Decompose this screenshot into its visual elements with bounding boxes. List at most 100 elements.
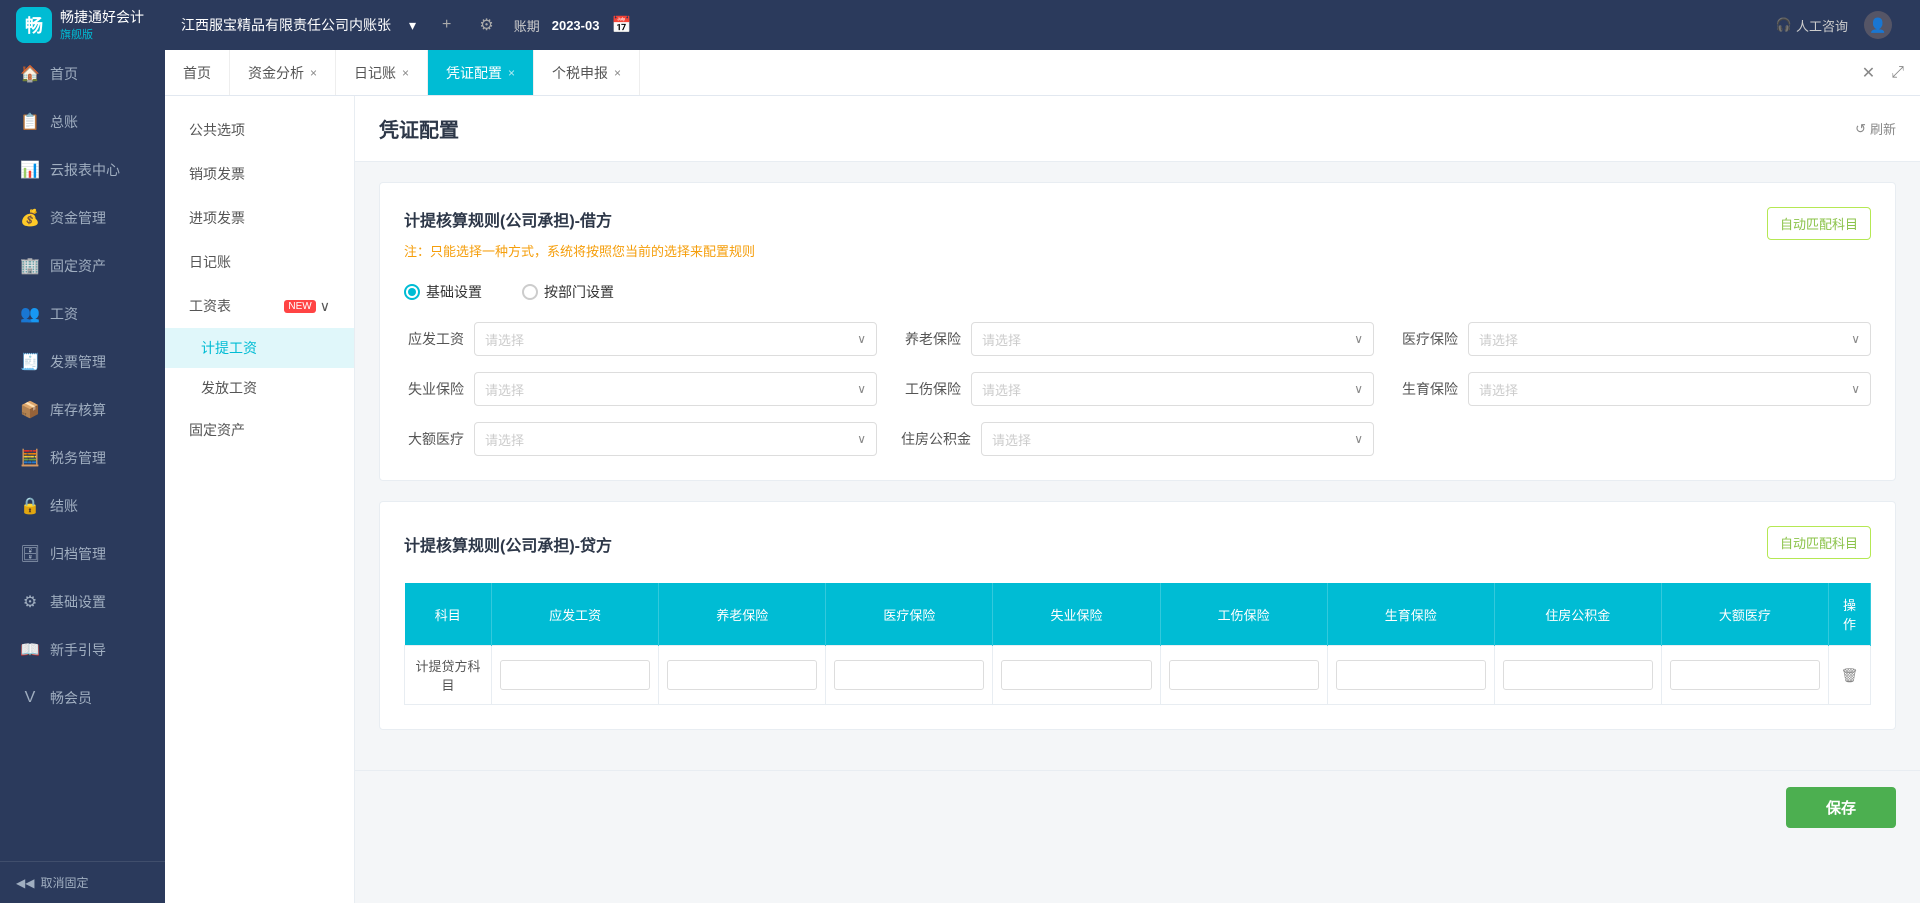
debit-auto-match-btn[interactable]: 自动匹配科目 [1767, 207, 1871, 240]
nav-sub-accrual-label: 计提工资 [201, 340, 257, 356]
chevron-down-icon-4: ∨ [857, 382, 866, 396]
settings-btn[interactable]: ⚙ [471, 11, 501, 39]
tab-tax-declaration-close[interactable]: × [614, 66, 621, 80]
select-pension[interactable]: 请选择 ∨ [971, 322, 1374, 356]
select-maternity[interactable]: 请选择 ∨ [1468, 372, 1871, 406]
field-unemployment: 失业保险 请选择 ∨ [404, 372, 877, 406]
debit-section-title: 计提核算规则(公司承担)-借方 [404, 207, 755, 231]
input-unemployment[interactable] [1001, 660, 1151, 690]
sidebar-item-tax[interactable]: 🧮 税务管理 [0, 434, 165, 482]
radio-by-dept[interactable]: 按部门设置 [522, 282, 614, 302]
sidebar-item-salary[interactable]: 👥 工资 [0, 290, 165, 338]
debit-form-grid: 应发工资 请选择 ∨ 养老保险 请选择 ∨ [404, 322, 1871, 456]
logo-sub: 旗舰版 [60, 26, 144, 42]
tab-home[interactable]: 首页 [165, 50, 230, 95]
save-btn[interactable]: 保存 [1786, 787, 1896, 828]
sidebar-label-archive: 归档管理 [50, 544, 106, 564]
nav-fixed-assets-label: 固定资产 [189, 420, 245, 440]
select-gross-salary[interactable]: 请选择 ∨ [474, 322, 877, 356]
nav-item-fixed-assets[interactable]: 固定资产 [165, 408, 354, 452]
nav-item-payroll[interactable]: 工资表 NEW ∨ [165, 284, 354, 328]
select-medical[interactable]: 请选择 ∨ [1468, 322, 1871, 356]
select-housing-fund[interactable]: 请选择 ∨ [981, 422, 1374, 456]
left-nav: 公共选项 销项发票 进项发票 日记账 工资表 NEW ∨ [165, 96, 355, 903]
tab-journal-close[interactable]: × [402, 66, 409, 80]
nav-sub-accrual[interactable]: 计提工资 [165, 328, 354, 368]
nav-item-sales-invoice[interactable]: 销项发票 [165, 152, 354, 196]
nav-payroll-label: 工资表 [189, 296, 231, 316]
input-gross[interactable] [500, 660, 650, 690]
company-name: 江西服宝精品有限责任公司内账张 [181, 15, 391, 35]
tab-voucher-config-close[interactable]: × [508, 66, 515, 80]
funds-icon: 💰 [20, 208, 40, 228]
headphone-icon: 🎧 [1776, 17, 1792, 33]
col-subject: 科目 [405, 583, 492, 646]
select-unemployment[interactable]: 请选择 ∨ [474, 372, 877, 406]
select-big-medical[interactable]: 请选择 ∨ [474, 422, 877, 456]
content-area: 首页 资金分析 × 日记账 × 凭证配置 × 个税申报 × ✕ ⤢ [165, 50, 1920, 903]
sidebar-item-assets[interactable]: 🏢 固定资产 [0, 242, 165, 290]
tab-journal[interactable]: 日记账 × [336, 50, 428, 95]
chevron-down-icon-5: ∨ [1354, 382, 1363, 396]
input-injury[interactable] [1169, 660, 1319, 690]
input-maternity[interactable] [1336, 660, 1486, 690]
sidebar: 🏠 首页 📋 总账 📊 云报表中心 💰 资金管理 🏢 固定资产 👥 工资 🧾 发… [0, 50, 165, 903]
sidebar-item-invoice[interactable]: 🧾 发票管理 [0, 338, 165, 386]
radio-dept-label: 按部门设置 [544, 282, 614, 302]
period-value: 2023-03 [552, 18, 600, 33]
tab-tax-declaration-label: 个税申报 [552, 63, 608, 83]
tab-tax-declaration[interactable]: 个税申报 × [534, 50, 640, 95]
delete-row-btn[interactable]: 🗑 [1841, 667, 1859, 683]
logo-text: 畅捷通好会计 [60, 8, 144, 26]
nav-sub-payout[interactable]: 发放工资 [165, 368, 354, 408]
tab-voucher-config-label: 凭证配置 [446, 63, 502, 83]
sidebar-item-member[interactable]: V 畅会员 [0, 674, 165, 722]
radio-basic[interactable]: 基础设置 [404, 282, 482, 302]
save-area: 保存 [355, 770, 1920, 844]
sidebar-item-basic[interactable]: ⚙ 基础设置 [0, 578, 165, 626]
field-big-medical: 大额医疗 请选择 ∨ [404, 422, 877, 456]
sidebar-label-funds: 资金管理 [50, 208, 106, 228]
sidebar-unpin-btn[interactable]: ◀◀ 取消固定 [0, 861, 165, 903]
sidebar-item-guide[interactable]: 📖 新手引导 [0, 626, 165, 674]
sidebar-item-archive[interactable]: 🗄 归档管理 [0, 530, 165, 578]
calendar-icon[interactable]: 📅 [611, 15, 631, 35]
expand-btn[interactable]: ⤢ [1887, 60, 1908, 86]
input-pension[interactable] [667, 660, 817, 690]
col-unemployment: 失业保险 [993, 583, 1160, 646]
tab-bar-right: ✕ ⤢ [1846, 50, 1920, 95]
close-all-tabs-btn[interactable]: ✕ [1858, 59, 1879, 87]
refresh-btn[interactable]: ↺ 刷新 [1855, 119, 1896, 138]
tab-fund-analysis-close[interactable]: × [310, 66, 317, 80]
invoice-icon: 🧾 [20, 352, 40, 372]
input-housing[interactable] [1503, 660, 1653, 690]
main-layout: 🏠 首页 📋 总账 📊 云报表中心 💰 资金管理 🏢 固定资产 👥 工资 🧾 发… [0, 50, 1920, 903]
tab-journal-label: 日记账 [354, 63, 396, 83]
user-btn[interactable]: 👤 [1864, 11, 1896, 39]
field-medical: 医疗保险 请选择 ∨ [1398, 322, 1871, 356]
nav-item-purchase-invoice[interactable]: 进项发票 [165, 196, 354, 240]
credit-auto-match-btn[interactable]: 自动匹配科目 [1767, 526, 1871, 559]
tab-fund-analysis[interactable]: 资金分析 × [230, 50, 336, 95]
radio-group: 基础设置 按部门设置 [404, 282, 1871, 302]
nav-item-public[interactable]: 公共选项 [165, 108, 354, 152]
sidebar-item-ledger[interactable]: 📋 总账 [0, 98, 165, 146]
debit-section: 计提核算规则(公司承担)-借方 注：只能选择一种方式，系统将按照您当前的选择来配… [379, 182, 1896, 481]
tab-voucher-config[interactable]: 凭证配置 × [428, 50, 534, 95]
select-injury[interactable]: 请选择 ∨ [971, 372, 1374, 406]
sidebar-item-inventory[interactable]: 📦 库存核算 [0, 386, 165, 434]
nav-item-journal[interactable]: 日记账 [165, 240, 354, 284]
input-medical[interactable] [834, 660, 984, 690]
add-btn[interactable]: + [434, 12, 459, 38]
sidebar-item-closing[interactable]: 🔒 结账 [0, 482, 165, 530]
company-dropdown-btn[interactable]: ▾ [403, 15, 422, 36]
field-injury: 工伤保险 请选择 ∨ [901, 372, 1374, 406]
service-btn[interactable]: 🎧 人工咨询 [1776, 16, 1848, 35]
label-unemployment: 失业保险 [404, 379, 464, 399]
sidebar-item-home[interactable]: 🏠 首页 [0, 50, 165, 98]
panel-header: 凭证配置 ↺ 刷新 [355, 96, 1920, 162]
input-big-medical[interactable] [1670, 660, 1820, 690]
sidebar-item-funds[interactable]: 💰 资金管理 [0, 194, 165, 242]
radio-basic-circle [404, 284, 420, 300]
sidebar-item-reports[interactable]: 📊 云报表中心 [0, 146, 165, 194]
